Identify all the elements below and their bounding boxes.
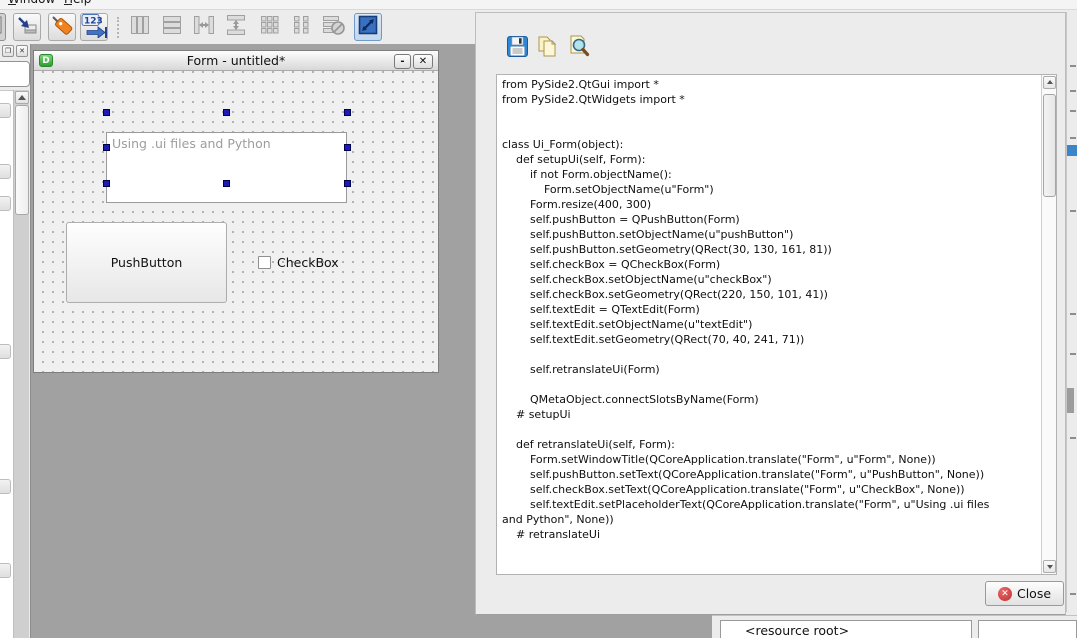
checkbox-widget[interactable]: CheckBox	[277, 255, 339, 270]
adjust-size-icon	[357, 14, 379, 40]
tree-item-fragment	[1070, 210, 1076, 212]
form-canvas[interactable]: Using .ui files and Python PushButton Ch…	[34, 71, 438, 372]
layout-grid-button[interactable]	[256, 13, 284, 41]
widget-edit-icon	[0, 14, 3, 40]
widget-category-item[interactable]	[0, 196, 11, 211]
tree-item-fragment	[1070, 437, 1076, 439]
resource-browser-fragment: <resource root>	[712, 615, 1077, 638]
layout-vertical-splitter-button[interactable]	[222, 13, 250, 41]
tree-item-fragment	[1070, 110, 1076, 112]
copy-icon	[535, 35, 560, 62]
edit-widgets-button[interactable]	[0, 13, 6, 41]
edit-signals-slots-button[interactable]	[13, 13, 41, 41]
find-icon	[567, 34, 592, 63]
menu-help[interactable]: Help	[64, 0, 91, 6]
selection-handle[interactable]	[223, 180, 230, 187]
accelerator-underline	[64, 4, 72, 5]
copy-button[interactable]	[534, 35, 560, 61]
tree-item-fragment	[1070, 65, 1076, 67]
form-editor-window: D Form - untitled* - ✕ Using .ui files a…	[33, 50, 439, 373]
tree-item-fragment	[1070, 90, 1076, 92]
tree-item-fragment	[1070, 593, 1076, 595]
resource-list-panel[interactable]	[978, 620, 1077, 638]
edit-tab-order-button[interactable]: 123	[80, 13, 108, 41]
code-view[interactable]: from PySide2.QtGui import * from PySide2…	[496, 74, 1057, 575]
accelerator-underline	[8, 4, 16, 5]
selection-handle[interactable]	[344, 144, 351, 151]
buddy-tag-icon	[49, 13, 75, 41]
scrollbar-thumb[interactable]	[1043, 94, 1056, 197]
break-layout-icon	[322, 14, 346, 40]
close-button[interactable]: ✕	[413, 54, 433, 69]
scroll-down-icon[interactable]	[1043, 560, 1056, 573]
save-icon	[506, 35, 529, 62]
tab-order-123-icon: 123	[81, 13, 107, 42]
layout-form-icon	[291, 14, 313, 40]
layout-horizontally-button[interactable]	[126, 13, 154, 41]
resource-root-item[interactable]: <resource root>	[745, 623, 849, 638]
minimize-button[interactable]: -	[394, 54, 411, 69]
save-button[interactable]	[504, 35, 530, 61]
widget-box-list	[0, 90, 13, 638]
textedit-placeholder: Using .ui files and Python	[112, 136, 271, 151]
widget-box-scrollbar[interactable]	[13, 90, 29, 638]
layout-horizontal-icon	[129, 14, 151, 40]
widget-category-item[interactable]	[0, 103, 11, 118]
close-circle-icon: ✕	[998, 587, 1012, 601]
resource-tree-panel[interactable]: <resource root>	[720, 620, 972, 638]
scroll-up-icon[interactable]	[15, 91, 29, 104]
selection-handle[interactable]	[344, 180, 351, 187]
widget-category-item[interactable]	[0, 479, 11, 494]
layout-vertical-splitter-icon	[225, 14, 247, 40]
close-button-label: Close	[1017, 586, 1051, 601]
selection-handle[interactable]	[223, 109, 230, 116]
checkbox-indicator[interactable]	[258, 256, 271, 269]
menubar: Window Help	[0, 0, 1077, 10]
form-window-titlebar[interactable]: D Form - untitled* - ✕	[34, 51, 438, 71]
dock-close-button[interactable]: ✕	[16, 45, 28, 57]
scroll-up-icon[interactable]	[1043, 76, 1056, 89]
form-window-title: Form - untitled*	[34, 53, 438, 68]
selection-handle[interactable]	[344, 109, 351, 116]
selected-item-fragment	[1067, 145, 1077, 156]
code-preview-dialog: from PySide2.QtGui import * from PySide2…	[475, 12, 1066, 615]
find-button[interactable]	[566, 35, 592, 61]
widget-category-item[interactable]	[0, 344, 11, 359]
adjust-size-button[interactable]	[354, 13, 382, 41]
layout-grid-icon	[259, 14, 281, 40]
menu-window[interactable]: Window	[8, 0, 55, 6]
tree-item-fragment	[1070, 313, 1076, 315]
layout-form-button[interactable]	[288, 13, 316, 41]
signal-slot-icon	[16, 14, 38, 40]
edit-buddies-button[interactable]	[48, 13, 76, 41]
selection-handle[interactable]	[103, 144, 110, 151]
selection-handle[interactable]	[103, 109, 110, 116]
pushbutton-widget[interactable]: PushButton	[66, 222, 227, 303]
tree-item-fragment	[1070, 353, 1076, 355]
selection-handle[interactable]	[103, 180, 110, 187]
scrollbar-thumb[interactable]	[15, 105, 29, 215]
panel-fragment	[1067, 388, 1074, 413]
object-inspector-edge	[1066, 12, 1077, 612]
break-layout-button[interactable]	[320, 13, 348, 41]
widget-filter-input[interactable]	[0, 61, 30, 87]
layout-vertical-icon	[161, 14, 183, 40]
layout-horizontal-splitter-button[interactable]	[190, 13, 218, 41]
textedit-widget[interactable]: Using .ui files and Python	[106, 132, 347, 203]
generated-python-code: from PySide2.QtGui import * from PySide2…	[502, 77, 1039, 542]
dialog-close-button[interactable]: ✕ Close	[985, 581, 1064, 606]
dock-float-button[interactable]: ❐	[2, 45, 14, 57]
layout-vertically-button[interactable]	[158, 13, 186, 41]
toolbar-separator	[117, 17, 119, 38]
code-scrollbar[interactable]	[1041, 75, 1056, 574]
widget-category-item[interactable]	[0, 164, 11, 179]
layout-horizontal-splitter-icon	[193, 14, 215, 40]
tab-order-123-text: 123	[84, 16, 103, 26]
tree-item-fragment	[1070, 137, 1076, 139]
widget-category-item[interactable]	[0, 563, 11, 578]
